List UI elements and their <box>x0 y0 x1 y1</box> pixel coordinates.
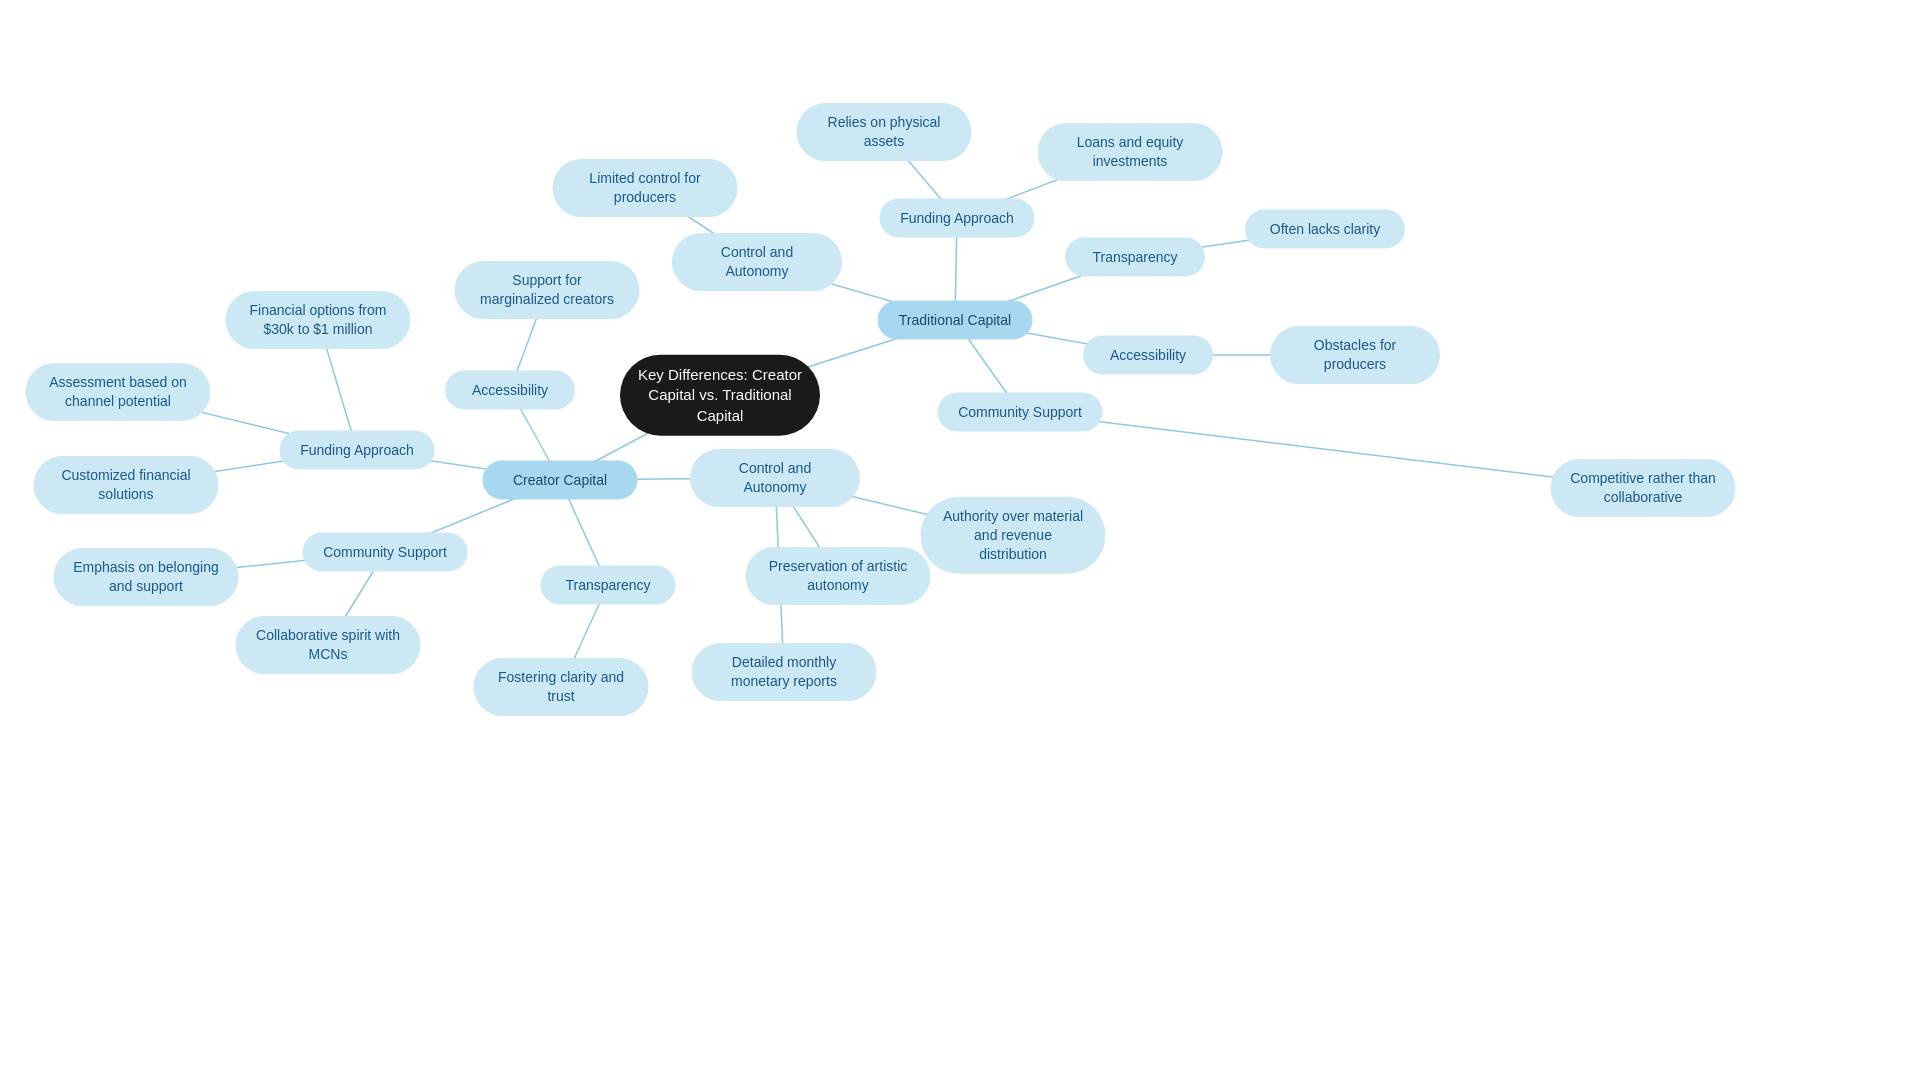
node-cc-channel: Assessment based on channel potential <box>26 363 211 421</box>
node-cc-belonging: Emphasis on belonging and support <box>54 548 239 606</box>
node-cc-fin-options: Financial options from $30k to $1 millio… <box>226 291 411 349</box>
node-trad-limited: Limited control for producers <box>553 159 738 217</box>
node-cc-preservation: Preservation of artistic autonomy <box>746 547 931 605</box>
node-cc-collaborative: Collaborative spirit with MCNs <box>236 616 421 674</box>
node-cc-funding: Funding Approach <box>280 431 435 470</box>
node-cc-clarity: Fostering clarity and trust <box>474 658 649 716</box>
node-cc-custom: Customized financial solutions <box>34 456 219 514</box>
node-trad-funding: Funding Approach <box>880 199 1035 238</box>
node-cc-control: Control and Autonomy <box>690 449 860 507</box>
node-cc-transparency: Transparency <box>541 566 676 605</box>
node-trad-competitive: Competitive rather than collaborative <box>1551 459 1736 517</box>
mind-map: Key Differences: Creator Capital vs. Tra… <box>0 0 1920 1083</box>
node-trad-physical: Relies on physical assets <box>797 103 972 161</box>
node-trad-accessibility: Accessibility <box>1083 336 1213 375</box>
node-trad-community: Community Support <box>938 393 1103 432</box>
node-cc-community: Community Support <box>303 533 468 572</box>
svg-line-27 <box>1020 412 1643 488</box>
node-creator-capital: Creator Capital <box>483 461 638 500</box>
node-trad-loans: Loans and equity investments <box>1038 123 1223 181</box>
node-trad-obstacles: Obstacles for producers <box>1270 326 1440 384</box>
node-trad-control: Control and Autonomy <box>672 233 842 291</box>
node-cc-marginalized: Support for marginalized creators <box>455 261 640 319</box>
node-cc-monthly: Detailed monthly monetary reports <box>692 643 877 701</box>
center-node: Key Differences: Creator Capital vs. Tra… <box>620 355 820 436</box>
node-trad-capital: Traditional Capital <box>878 301 1033 340</box>
node-cc-authority: Authority over material and revenue dist… <box>921 497 1106 574</box>
node-trad-transparency: Transparency <box>1065 238 1205 277</box>
node-trad-lacks-clarity: Often lacks clarity <box>1245 210 1405 249</box>
node-cc-accessibility: Accessibility <box>445 371 575 410</box>
